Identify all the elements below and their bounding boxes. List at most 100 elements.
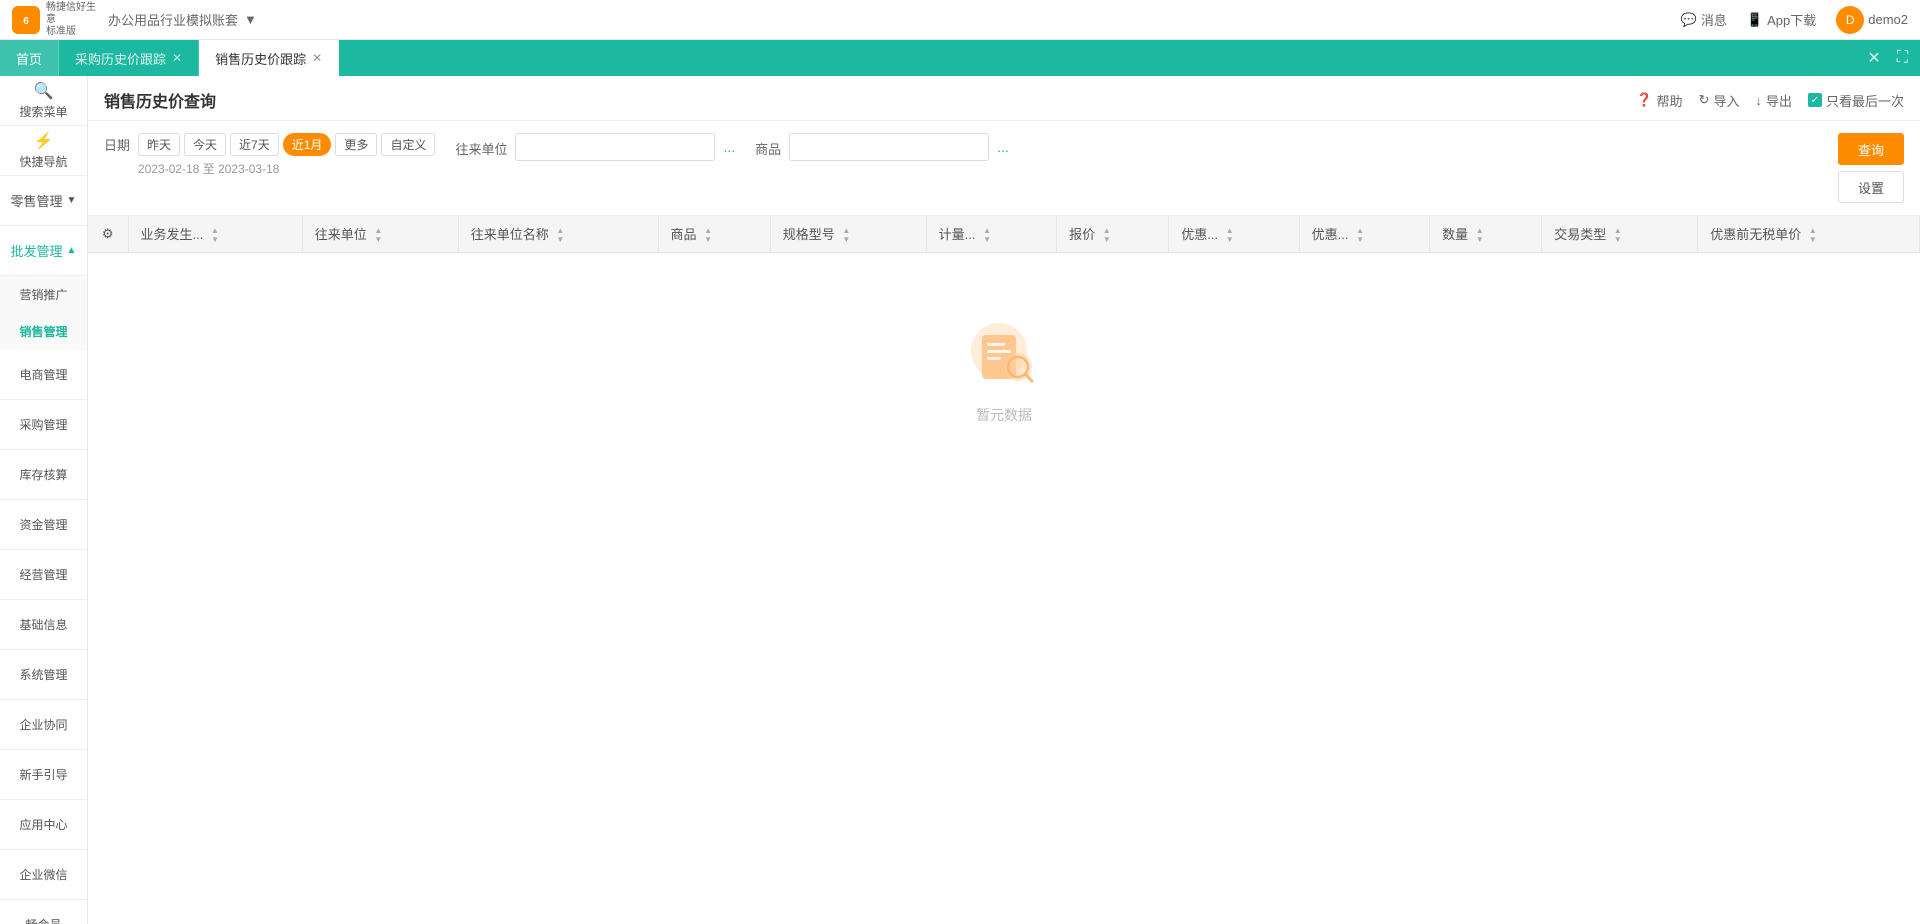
- settings-icon: ⚙: [102, 226, 114, 241]
- product-input[interactable]: [789, 133, 989, 161]
- sidebar-item-system[interactable]: 系统管理: [0, 650, 87, 700]
- purchase-history-tab-close[interactable]: ✕: [172, 52, 182, 64]
- message-icon: 💬: [1681, 12, 1697, 28]
- workspace-label: 办公用品行业模拟账套: [108, 10, 238, 29]
- top-right-actions: 💬 消息 📱 App下载 D demo2: [1681, 6, 1908, 34]
- sort-icon: ▲▼: [704, 227, 712, 244]
- date-buttons: 昨天 今天 近7天 近1月 更多 自定义: [138, 133, 435, 156]
- sales-history-tab-label: 销售历史价跟踪: [215, 49, 306, 68]
- export-btn[interactable]: ↓ 导出: [1755, 91, 1792, 110]
- empty-icon: [964, 313, 1044, 393]
- product-picker-btn[interactable]: ...: [997, 139, 1009, 155]
- date-btn-custom[interactable]: 自定义: [381, 133, 435, 156]
- sort-icon: ▲▼: [983, 227, 991, 244]
- partner-label: 往来单位: [455, 137, 507, 158]
- query-btn[interactable]: 查询: [1838, 133, 1904, 165]
- tab-sales-history[interactable]: 销售历史价跟踪 ✕: [199, 40, 339, 76]
- home-tab-label: 首页: [16, 49, 42, 68]
- sidebar-item-wechat[interactable]: 企业微信: [0, 850, 87, 900]
- sort-icon: ▲▼: [374, 227, 382, 244]
- tab-purchase-history[interactable]: 采购历史价跟踪 ✕: [59, 40, 199, 76]
- th-quantity[interactable]: 数量 ▲▼: [1430, 216, 1542, 253]
- date-btn-more[interactable]: 更多: [335, 133, 377, 156]
- sort-icon: ▲▼: [1226, 227, 1234, 244]
- sales-history-tab-close[interactable]: ✕: [312, 52, 322, 64]
- empty-state: 暂元数据: [88, 253, 1920, 485]
- sidebar-item-guide[interactable]: 新手引导: [0, 750, 87, 800]
- table-header-row: ⚙ 业务发生... ▲▼ 往来单位 ▲▼ 往来单位名称: [88, 216, 1920, 253]
- export-icon: ↓: [1755, 93, 1762, 108]
- page-content: 销售历史价查询 ❓ 帮助 ↻ 导入 ↓ 导出 ✓: [88, 76, 1920, 924]
- sidebar-item-finance[interactable]: 资金管理: [0, 500, 87, 550]
- sidebar-item-enterprise[interactable]: 企业协同: [0, 700, 87, 750]
- th-product[interactable]: 商品 ▲▼: [658, 216, 770, 253]
- search-icon: 🔍: [34, 81, 54, 101]
- sort-icon: ▲▼: [1809, 227, 1817, 244]
- sidebar-item-inventory[interactable]: 库存核算: [0, 450, 87, 500]
- sidebar-item-wholesale[interactable]: 批发管理 ▲: [0, 226, 87, 276]
- sidebar-item-ecommerce[interactable]: 电商管理: [0, 350, 87, 400]
- sidebar-item-basic-info[interactable]: 基础信息: [0, 600, 87, 650]
- partner-input[interactable]: [515, 133, 715, 161]
- top-bar: 6 畅捷信好生意 标准版 办公用品行业模拟账套 ▼ 💬 消息 📱 App下载 D…: [0, 0, 1920, 40]
- date-options: 昨天 今天 近7天 近1月 更多 自定义 2023-02-18 至 2023-0…: [138, 133, 435, 177]
- main-layout: 🔍 搜索菜单 ⚡ 快捷导航 零售管理 ▼ 批发管理 ▲ 营销推广 销售管理 电商…: [0, 76, 1920, 924]
- date-btn-1month[interactable]: 近1月: [283, 133, 332, 156]
- th-partner-name[interactable]: 往来单位名称 ▲▼: [458, 216, 658, 253]
- date-btn-yesterday[interactable]: 昨天: [138, 133, 180, 156]
- th-settings[interactable]: ⚙: [88, 216, 128, 253]
- table-container: ⚙ 业务发生... ▲▼ 往来单位 ▲▼ 往来单位名称: [88, 216, 1920, 924]
- date-btn-7days[interactable]: 近7天: [230, 133, 279, 156]
- only-last-toggle[interactable]: ✓ 只看最后一次: [1808, 91, 1904, 110]
- th-partner-code[interactable]: 往来单位 ▲▼: [302, 216, 458, 253]
- partner-filter-group: 往来单位 ...: [455, 133, 735, 161]
- avatar: D: [1836, 6, 1864, 34]
- page-header: 销售历史价查询 ❓ 帮助 ↻ 导入 ↓ 导出 ✓: [88, 76, 1920, 121]
- th-unit[interactable]: 计量... ▲▼: [926, 216, 1056, 253]
- date-range-text: 2023-02-18 至 2023-03-18: [138, 160, 435, 177]
- product-filter-group: 商品 ...: [755, 133, 1009, 161]
- sidebar: 🔍 搜索菜单 ⚡ 快捷导航 零售管理 ▼ 批发管理 ▲ 营销推广 销售管理 电商…: [0, 76, 88, 924]
- chevron-down-icon: ▼: [244, 12, 257, 27]
- sidebar-item-purchase[interactable]: 采购管理: [0, 400, 87, 450]
- download-btn[interactable]: 📱 App下载: [1747, 10, 1816, 29]
- message-btn[interactable]: 💬 消息: [1681, 10, 1727, 29]
- tab-bar: 首页 采购历史价跟踪 ✕ 销售历史价跟踪 ✕ ✕ ⛶: [0, 40, 1920, 76]
- setting-btn[interactable]: 设置: [1838, 171, 1904, 203]
- help-btn[interactable]: ❓ 帮助: [1636, 91, 1682, 110]
- th-discount2[interactable]: 优惠... ▲▼: [1299, 216, 1429, 253]
- th-biz-date[interactable]: 业务发生... ▲▼: [128, 216, 302, 253]
- th-spec[interactable]: 规格型号 ▲▼: [770, 216, 926, 253]
- workspace-selector[interactable]: 办公用品行业模拟账套 ▼: [100, 6, 265, 33]
- sort-icon: ▲▼: [842, 227, 850, 244]
- sidebar-item-app-center[interactable]: 应用中心: [0, 800, 87, 850]
- sort-icon: ▲▼: [1476, 227, 1484, 244]
- sidebar-item-retail[interactable]: 零售管理 ▼: [0, 176, 87, 226]
- tab-maximize-btn[interactable]: ⛶: [1893, 45, 1912, 71]
- sort-icon: ▲▼: [211, 227, 219, 244]
- sidebar-item-sales-mgmt[interactable]: 销售管理: [0, 313, 87, 350]
- data-table: ⚙ 业务发生... ▲▼ 往来单位 ▲▼ 往来单位名称: [88, 216, 1920, 253]
- th-discount1[interactable]: 优惠... ▲▼: [1169, 216, 1299, 253]
- th-trade-type[interactable]: 交易类型 ▲▼: [1542, 216, 1698, 253]
- logo-area: 6 畅捷信好生意 标准版: [12, 2, 100, 38]
- quick-nav-icon: ⚡: [34, 131, 54, 151]
- partner-picker-btn[interactable]: ...: [723, 139, 735, 155]
- import-icon: ↻: [1699, 92, 1710, 108]
- sort-icon: ▲▼: [1103, 227, 1111, 244]
- checkbox-icon: ✓: [1808, 93, 1822, 107]
- th-price[interactable]: 报价 ▲▼: [1057, 216, 1169, 253]
- sidebar-item-quick-nav[interactable]: ⚡ 快捷导航: [0, 126, 87, 176]
- date-btn-today[interactable]: 今天: [184, 133, 226, 156]
- svg-text:6: 6: [23, 16, 29, 27]
- sidebar-item-member[interactable]: 畅会员: [0, 900, 87, 924]
- sidebar-item-marketing[interactable]: 营销推广: [0, 276, 87, 313]
- import-btn[interactable]: ↻ 导入: [1699, 91, 1740, 110]
- tab-close-all-btn[interactable]: ✕: [1863, 44, 1884, 72]
- sidebar-item-operations[interactable]: 经营管理: [0, 550, 87, 600]
- sort-icon: ▲▼: [1356, 227, 1364, 244]
- user-menu[interactable]: D demo2: [1836, 6, 1908, 34]
- tab-home[interactable]: 首页: [0, 40, 59, 76]
- sidebar-item-search[interactable]: 🔍 搜索菜单: [0, 76, 87, 126]
- th-pretax-price[interactable]: 优惠前无税单价 ▲▼: [1698, 216, 1920, 253]
